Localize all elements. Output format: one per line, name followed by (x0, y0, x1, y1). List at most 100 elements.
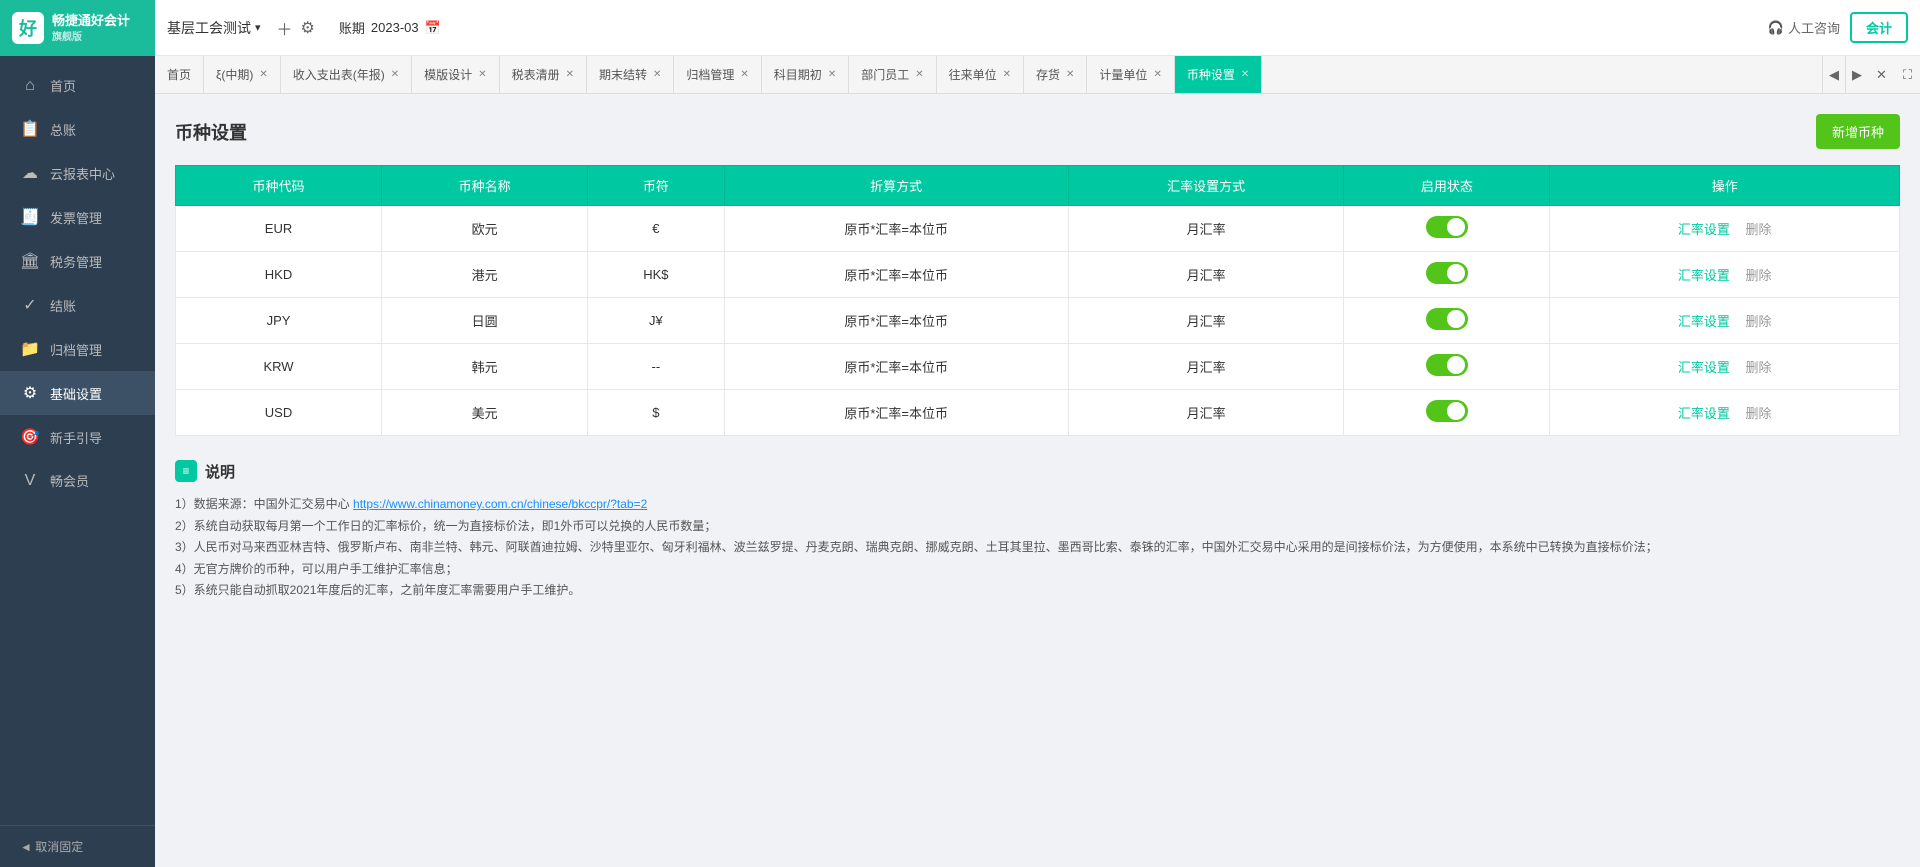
sidebar-item-reports[interactable]: ☁云报表中心 (0, 151, 155, 195)
delete-link[interactable]: 删除 (1746, 222, 1772, 237)
tab-ξ(中期)[interactable]: ξ(中期) ✕ (204, 56, 281, 94)
currency-name: 韩元 (382, 344, 588, 390)
delete-link[interactable]: 删除 (1746, 360, 1772, 375)
tab-label: 模版设计 (424, 66, 472, 83)
tab-close-icon[interactable]: ✕ (1066, 69, 1074, 80)
conversion-method: 原币*汇率=本位币 (724, 390, 1068, 436)
tab-close-icon[interactable]: ✕ (259, 69, 267, 80)
toggle-switch[interactable] (1426, 262, 1468, 284)
sidebar-toggle[interactable]: ◄ 取消固定 (0, 825, 155, 867)
tab-close-icon[interactable]: ✕ (1003, 69, 1011, 80)
delete-link[interactable]: 删除 (1746, 406, 1772, 421)
company-dropdown-icon[interactable]: ▾ (255, 21, 261, 34)
toggle-switch[interactable] (1426, 400, 1468, 422)
tab-prev[interactable]: ◀ (1822, 56, 1845, 94)
tab-存货[interactable]: 存货 ✕ (1024, 56, 1087, 94)
rate-type: 月汇率 (1068, 390, 1344, 436)
table-row: EUR 欧元 € 原币*汇率=本位币 月汇率 汇率设置 删除 (176, 206, 1900, 252)
china-money-link[interactable]: https://www.chinamoney.com.cn/chinese/bk… (353, 497, 647, 511)
delete-link[interactable]: 删除 (1746, 268, 1772, 283)
tab-expand[interactable]: ⛶ (1895, 56, 1920, 94)
tab-close-icon[interactable]: ✕ (1241, 69, 1249, 80)
main-area: 基层工会测试 ▾ ＋ ⚙ 账期 2023-03 📅 🎧 人工咨询 会计 首页ξ(… (155, 0, 1920, 867)
notes-section: ≡ 说明 1）数据来源：中国外汇交易中心 https://www.chinamo… (175, 460, 1900, 602)
sidebar-item-tax[interactable]: 🏛税务管理 (0, 239, 155, 283)
currency-symbol: HK$ (588, 252, 724, 298)
conversion-method: 原币*汇率=本位币 (724, 344, 1068, 390)
period-info: 账期 2023-03 📅 (339, 18, 441, 37)
tab-close-icon[interactable]: ✕ (1153, 69, 1161, 80)
sidebar-item-archive[interactable]: 📁 归档管理 (0, 327, 155, 371)
conversion-method: 原币*汇率=本位币 (724, 206, 1068, 252)
ledger-icon: 📋 (20, 119, 40, 139)
sidebar-item-label: 云报表中心 (50, 164, 115, 183)
tab-close-icon[interactable]: ✕ (566, 69, 574, 80)
settings-icon[interactable]: ⚙ (301, 18, 315, 38)
sidebar-item-label: 归档管理 (50, 340, 102, 359)
tab-模版设计[interactable]: 模版设计 ✕ (412, 56, 499, 94)
tab-收入支出表(年报)[interactable]: 收入支出表(年报) ✕ (281, 56, 412, 94)
col-header: 币种名称 (382, 166, 588, 206)
tab-next[interactable]: ▶ (1845, 56, 1868, 94)
actions: 汇率设置 删除 (1550, 252, 1900, 298)
tab-首页[interactable]: 首页 (155, 56, 204, 94)
toggle-switch[interactable] (1426, 308, 1468, 330)
conversion-method: 原币*汇率=本位币 (724, 252, 1068, 298)
accounting-button[interactable]: 会计 (1850, 12, 1908, 43)
add-icon[interactable]: ＋ (277, 16, 293, 40)
tab-税表清册[interactable]: 税表清册 ✕ (500, 56, 587, 94)
tab-close-icon[interactable]: ✕ (391, 69, 399, 80)
home-icon: ⌂ (20, 77, 40, 95)
enable-status[interactable] (1344, 298, 1550, 344)
delete-link[interactable]: 删除 (1746, 314, 1772, 329)
tab-归档管理[interactable]: 归档管理 ✕ (674, 56, 761, 94)
tab-往来单位[interactable]: 往来单位 ✕ (937, 56, 1024, 94)
enable-status[interactable] (1344, 344, 1550, 390)
enable-status[interactable] (1344, 206, 1550, 252)
rate-setting-link[interactable]: 汇率设置 (1678, 314, 1730, 329)
consult-button[interactable]: 🎧 人工咨询 (1768, 18, 1840, 37)
currency-code: HKD (176, 252, 382, 298)
sidebar-item-label: 结账 (50, 296, 76, 315)
sidebar-item-member[interactable]: V畅会员 (0, 459, 155, 502)
tab-币种设置[interactable]: 币种设置 ✕ (1175, 56, 1262, 94)
tab-close-icon[interactable]: ✕ (915, 69, 923, 80)
enable-status[interactable] (1344, 252, 1550, 298)
tab-close-icon[interactable]: ✕ (828, 69, 836, 80)
sidebar-item-guide[interactable]: 🎯新手引导 (0, 415, 155, 459)
sidebar-item-settings[interactable]: ⚙基础设置 (0, 371, 155, 415)
currency-code: USD (176, 390, 382, 436)
tab-close-icon[interactable]: ✕ (478, 69, 486, 80)
sidebar-item-label: 税务管理 (50, 252, 102, 271)
tab-close-icon[interactable]: ✕ (653, 69, 661, 80)
tab-计量单位[interactable]: 计量单位 ✕ (1087, 56, 1174, 94)
sidebar-item-close[interactable]: ✓结账 (0, 283, 155, 327)
sidebar-item-home[interactable]: ⌂首页 (0, 64, 155, 107)
toggle-switch[interactable] (1426, 216, 1468, 238)
rate-type: 月汇率 (1068, 298, 1344, 344)
table-row: KRW 韩元 -- 原币*汇率=本位币 月汇率 汇率设置 删除 (176, 344, 1900, 390)
actions: 汇率设置 删除 (1550, 298, 1900, 344)
new-currency-button[interactable]: 新增币种 (1816, 114, 1900, 149)
calendar-icon[interactable]: 📅 (425, 20, 441, 36)
page-header: 币种设置 新增币种 (175, 114, 1900, 149)
tab-科目期初[interactable]: 科目期初 ✕ (762, 56, 849, 94)
actions: 汇率设置 删除 (1550, 390, 1900, 436)
sidebar-item-ledger[interactable]: 📋总账 (0, 107, 155, 151)
tab-部门员工[interactable]: 部门员工 ✕ (849, 56, 936, 94)
rate-setting-link[interactable]: 汇率设置 (1678, 222, 1730, 237)
invoices-icon: 🧾 (20, 207, 40, 227)
sidebar-item-invoices[interactable]: 🧾发票管理 (0, 195, 155, 239)
rate-setting-link[interactable]: 汇率设置 (1678, 268, 1730, 283)
tab-期末结转[interactable]: 期末结转 ✕ (587, 56, 674, 94)
archive-icon: 📁 (20, 339, 40, 359)
topbar-actions: ＋ ⚙ (277, 16, 315, 40)
enable-status[interactable] (1344, 390, 1550, 436)
tab-close-icon[interactable]: ✕ (740, 69, 748, 80)
tab-close-all[interactable]: ✕ (1868, 56, 1895, 94)
rate-setting-link[interactable]: 汇率设置 (1678, 360, 1730, 375)
col-header: 币符 (588, 166, 724, 206)
toggle-switch[interactable] (1426, 354, 1468, 376)
rate-setting-link[interactable]: 汇率设置 (1678, 406, 1730, 421)
table-row: USD 美元 $ 原币*汇率=本位币 月汇率 汇率设置 删除 (176, 390, 1900, 436)
